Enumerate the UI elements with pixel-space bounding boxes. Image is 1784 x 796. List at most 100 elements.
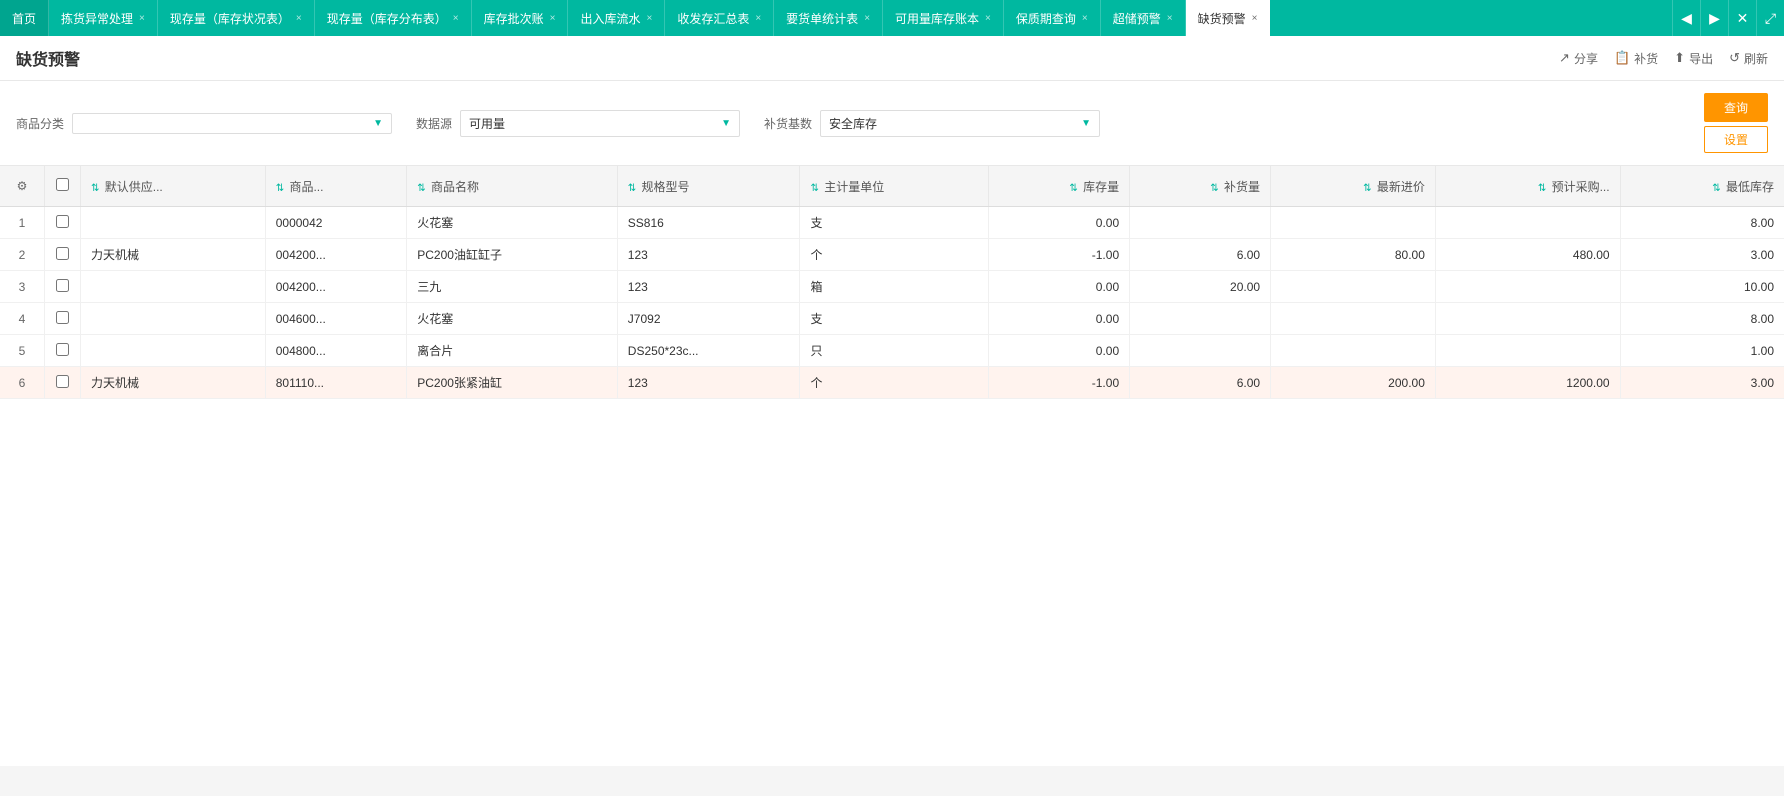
sort-icon-name: ⇅ [417, 183, 425, 194]
nav-tab-10[interactable]: 超储预警 × [1101, 0, 1186, 36]
export-action[interactable]: ⬆ 导出 [1674, 50, 1713, 67]
col-code[interactable]: ⇅ 商品... [265, 166, 407, 207]
close-tab-5[interactable]: × [646, 13, 652, 24]
cell-name: 三九 [407, 271, 618, 303]
row-num: 2 [0, 239, 45, 271]
cell-supplier [81, 207, 266, 239]
nav-tab-2[interactable]: 现存量（库存状况表） × [158, 0, 315, 36]
cell-replenish [1130, 335, 1271, 367]
row-checkbox[interactable] [56, 311, 69, 324]
nav-tab-11[interactable]: 缺货预警 × [1186, 0, 1271, 36]
row-checkbox[interactable] [56, 343, 69, 356]
cell-latest-price: 200.00 [1271, 367, 1436, 399]
cell-est-purchase: 1200.00 [1435, 367, 1620, 399]
row-checkbox[interactable] [56, 279, 69, 292]
close-tab-1[interactable]: × [139, 13, 145, 24]
content-area: ⚙ ⇅ 默认供应... ⇅ 商品... ⇅ 商品名称 [0, 166, 1784, 766]
cell-name: PC200油缸缸子 [407, 239, 618, 271]
close-tab-7[interactable]: × [864, 13, 870, 24]
cell-latest-price [1271, 303, 1436, 335]
col-name[interactable]: ⇅ 商品名称 [407, 166, 618, 207]
nav-tab-8[interactable]: 可用量库存账本 × [883, 0, 1004, 36]
share-action[interactable]: ↗ 分享 [1559, 50, 1598, 67]
cell-supplier: 力天机械 [81, 367, 266, 399]
nav-tab-home[interactable]: 首页 [0, 0, 49, 36]
gear-button[interactable]: ⚙ [10, 174, 34, 198]
close-tab-4[interactable]: × [550, 13, 556, 24]
close-tab-11[interactable]: × [1252, 13, 1258, 24]
cell-supplier [81, 303, 266, 335]
col-spec[interactable]: ⇅ 规格型号 [617, 166, 800, 207]
cell-stock: -1.00 [989, 367, 1130, 399]
row-checkbox[interactable] [56, 247, 69, 260]
cell-stock: 0.00 [989, 335, 1130, 367]
nav-tab-4[interactable]: 库存批次账 × [472, 0, 569, 36]
nav-close-button[interactable]: ✕ [1728, 0, 1756, 36]
refresh-icon: ↺ [1729, 50, 1740, 66]
col-min-stock[interactable]: ⇅ 最低库存 [1620, 166, 1784, 207]
category-select[interactable]: ▼ [72, 113, 392, 134]
sort-icon-min-stock: ⇅ [1712, 183, 1720, 194]
close-tab-3[interactable]: × [453, 13, 459, 24]
cell-est-purchase [1435, 271, 1620, 303]
nav-tab-6[interactable]: 收发存汇总表 × [665, 0, 774, 36]
page-title: 缺货预警 [16, 46, 80, 70]
col-unit[interactable]: ⇅ 主计量单位 [800, 166, 989, 207]
nav-tab-5[interactable]: 出入库流水 × [568, 0, 665, 36]
close-tab-6[interactable]: × [755, 13, 761, 24]
replenish-action[interactable]: 📋 补货 [1614, 50, 1658, 67]
col-est-purchase[interactable]: ⇅ 预计采购... [1435, 166, 1620, 207]
close-tab-2[interactable]: × [296, 13, 302, 24]
col-gear: ⚙ [0, 166, 45, 207]
col-supplier[interactable]: ⇅ 默认供应... [81, 166, 266, 207]
cell-code: 004200... [265, 271, 407, 303]
cell-replenish [1130, 207, 1271, 239]
nav-prev-button[interactable]: ◀ [1672, 0, 1700, 36]
sort-icon-unit: ⇅ [810, 183, 818, 194]
row-checkbox[interactable] [56, 375, 69, 388]
cell-code: 004200... [265, 239, 407, 271]
datasource-select[interactable]: 可用量 ▼ [460, 110, 740, 137]
filter-bar: 商品分类 ▼ 数据源 可用量 ▼ 补货基数 安全库存 ▼ 查询 设置 [0, 81, 1784, 166]
col-replenish[interactable]: ⇅ 补货量 [1130, 166, 1271, 207]
cell-code: 801110... [265, 367, 407, 399]
row-num: 4 [0, 303, 45, 335]
cell-latest-price [1271, 207, 1436, 239]
replenish-select[interactable]: 安全库存 ▼ [820, 110, 1100, 137]
row-checkbox[interactable] [56, 215, 69, 228]
nav-tab-3[interactable]: 现存量（库存分布表） × [315, 0, 472, 36]
page-header: 缺货预警 ↗ 分享 📋 补货 ⬆ 导出 ↺ 刷新 [0, 36, 1784, 81]
select-all-checkbox[interactable] [56, 178, 69, 191]
query-button[interactable]: 查询 [1704, 93, 1768, 122]
cell-est-purchase [1435, 303, 1620, 335]
refresh-action[interactable]: ↺ 刷新 [1729, 50, 1768, 67]
cell-name: 火花塞 [407, 207, 618, 239]
col-stock[interactable]: ⇅ 库存量 [989, 166, 1130, 207]
row-num: 1 [0, 207, 45, 239]
row-checkbox-cell [45, 207, 81, 239]
nav-tab-9[interactable]: 保质期查询 × [1004, 0, 1101, 36]
close-tab-8[interactable]: × [985, 13, 991, 24]
cell-unit: 支 [800, 303, 989, 335]
table-row: 6 力天机械 801110... PC200张紧油缸 123 个 -1.00 6… [0, 367, 1784, 399]
nav-tab-7[interactable]: 要货单统计表 × [774, 0, 883, 36]
nav-next-button[interactable]: ▶ [1700, 0, 1728, 36]
close-tab-10[interactable]: × [1167, 13, 1173, 24]
cell-unit: 个 [800, 239, 989, 271]
cell-spec: 123 [617, 367, 800, 399]
row-checkbox-cell [45, 239, 81, 271]
nav-tab-1[interactable]: 拣货异常处理 × [49, 0, 158, 36]
category-filter: 商品分类 ▼ [16, 113, 392, 134]
table-row: 3 004200... 三九 123 箱 0.00 20.00 10.00 [0, 271, 1784, 303]
cell-latest-price: 80.00 [1271, 239, 1436, 271]
col-latest-price[interactable]: ⇅ 最新进价 [1271, 166, 1436, 207]
cell-min-stock: 8.00 [1620, 303, 1784, 335]
cell-est-purchase [1435, 335, 1620, 367]
data-table: ⚙ ⇅ 默认供应... ⇅ 商品... ⇅ 商品名称 [0, 166, 1784, 399]
close-tab-9[interactable]: × [1082, 13, 1088, 24]
cell-unit: 箱 [800, 271, 989, 303]
header-actions: ↗ 分享 📋 补货 ⬆ 导出 ↺ 刷新 [1559, 50, 1768, 67]
nav-expand-button[interactable]: ⤢ [1756, 0, 1784, 36]
sort-icon-est-purchase: ⇅ [1538, 183, 1546, 194]
settings-button[interactable]: 设置 [1704, 126, 1768, 153]
